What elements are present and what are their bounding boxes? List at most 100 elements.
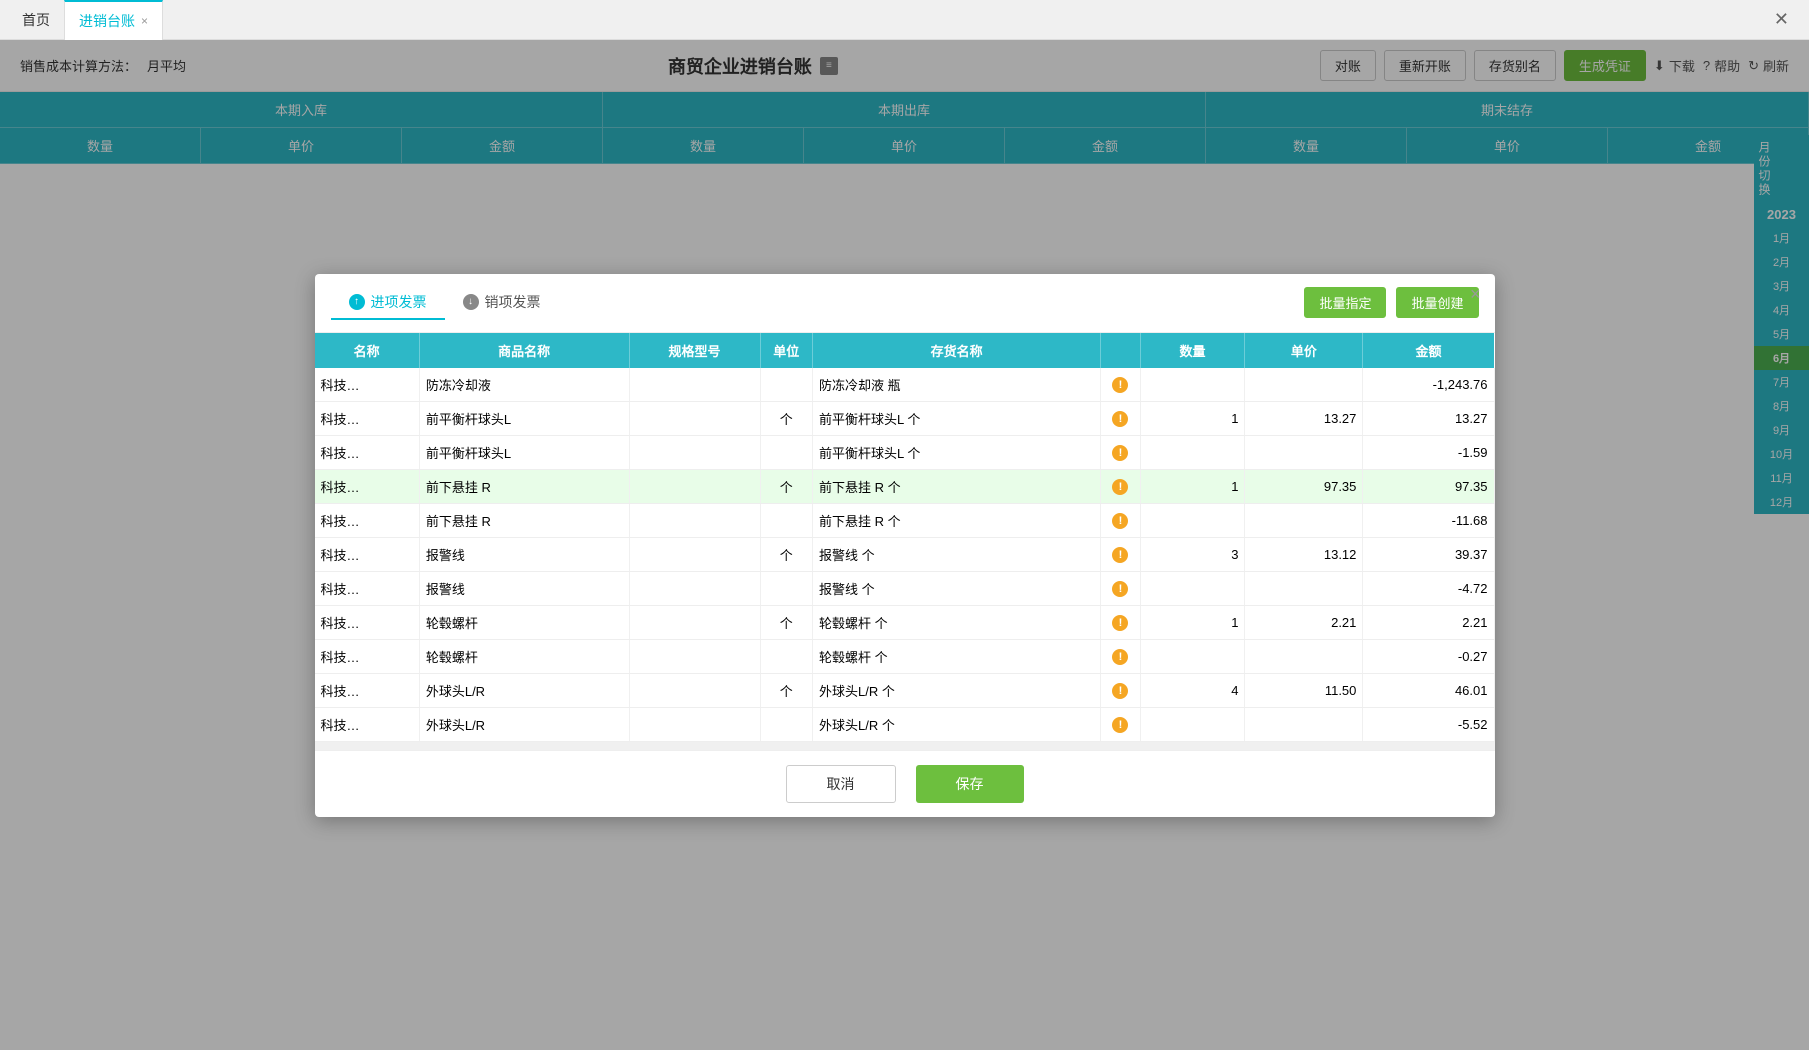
table-row[interactable]: 科技… 轮毂螺杆 轮毂螺杆 个 ! -0.27 <box>315 639 1495 673</box>
cell-warn: ! <box>1101 571 1140 605</box>
table-row[interactable]: 科技… 报警线 报警线 个 ! -4.72 <box>315 571 1495 605</box>
cell-unit: 个 <box>760 469 812 503</box>
cell-unit-price: 13.27 <box>1245 401 1363 435</box>
cell-unit-price: 13.12 <box>1245 537 1363 571</box>
table-header-row: 名称 商品名称 规格型号 单位 存货名称 数量 单价 金额 <box>315 333 1495 368</box>
cell-amount: 46.01 <box>1363 673 1494 707</box>
table-row[interactable]: 科技… 前下悬挂 R 个 前下悬挂 R 个 ! 1 97.35 97.35 <box>315 469 1495 503</box>
cell-warn: ! <box>1101 368 1140 402</box>
cell-unit-price: 11.50 <box>1245 673 1363 707</box>
cell-warn: ! <box>1101 469 1140 503</box>
cell-unit-price <box>1245 639 1363 673</box>
warning-icon: ! <box>1112 547 1128 563</box>
warning-icon: ! <box>1112 581 1128 597</box>
cell-name: 科技… <box>315 368 420 402</box>
warning-icon: ! <box>1112 683 1128 699</box>
table-row[interactable]: 科技… 报警线 个 报警线 个 ! 3 13.12 39.37 <box>315 537 1495 571</box>
table-row[interactable]: 科技… 外球头L/R 个 外球头L/R 个 ! 4 11.50 46.01 <box>315 673 1495 707</box>
table-row[interactable]: 科技… 外球头L/R 外球头L/R 个 ! -5.52 <box>315 707 1495 741</box>
invoice-tbody: 科技… 防冻冷却液 防冻冷却液 瓶 ! -1,243.76 科技… 前平衡杆球头… <box>315 368 1495 742</box>
warning-icon: ! <box>1112 649 1128 665</box>
warning-icon: ! <box>1112 513 1128 529</box>
table-row[interactable]: 科技… 防冻冷却液 防冻冷却液 瓶 ! -1,243.76 <box>315 368 1495 402</box>
cell-name: 科技… <box>315 707 420 741</box>
cell-quantity: 1 <box>1140 605 1245 639</box>
cell-stock-name: 外球头L/R 个 <box>813 673 1101 707</box>
cell-amount: -1.59 <box>1363 435 1494 469</box>
col-quantity: 数量 <box>1140 333 1245 368</box>
cell-name: 科技… <box>315 503 420 537</box>
save-button[interactable]: 保存 <box>916 765 1024 803</box>
cell-stock-name: 前下悬挂 R 个 <box>813 503 1101 537</box>
cell-product-name: 报警线 <box>419 571 629 605</box>
cell-product-name: 前平衡杆球头L <box>419 401 629 435</box>
modal-footer: 取消 保存 <box>315 750 1495 817</box>
cell-amount: -4.72 <box>1363 571 1494 605</box>
cell-unit: 个 <box>760 605 812 639</box>
cell-stock-name: 前平衡杆球头L 个 <box>813 435 1101 469</box>
col-spec: 规格型号 <box>629 333 760 368</box>
cell-unit <box>760 639 812 673</box>
close-tab-icon[interactable]: × <box>141 1 148 41</box>
cell-warn: ! <box>1101 537 1140 571</box>
cell-stock-name: 轮毂螺杆 个 <box>813 605 1101 639</box>
cell-unit-price <box>1245 707 1363 741</box>
window-close-button[interactable]: ✕ <box>1762 9 1801 30</box>
cell-stock-name: 外球头L/R 个 <box>813 707 1101 741</box>
modal-header: ↑ 进项发票 ↓ 销项发票 批量指定 批量创建 × <box>315 274 1495 333</box>
cell-spec <box>629 503 760 537</box>
cell-unit-price <box>1245 503 1363 537</box>
outbound-tab-label: 销项发票 <box>485 292 541 312</box>
cell-unit-price: 2.21 <box>1245 605 1363 639</box>
tab-active[interactable]: 进销台账 × <box>64 0 163 40</box>
cell-spec <box>629 639 760 673</box>
cell-quantity <box>1140 435 1245 469</box>
cancel-button[interactable]: 取消 <box>786 765 896 803</box>
batch-create-button[interactable]: 批量创建 <box>1396 287 1478 318</box>
cell-name: 科技… <box>315 639 420 673</box>
cell-name: 科技… <box>315 571 420 605</box>
cell-warn: ! <box>1101 639 1140 673</box>
table-scrollbar[interactable] <box>315 742 1495 750</box>
table-row[interactable]: 科技… 前下悬挂 R 前下悬挂 R 个 ! -11.68 <box>315 503 1495 537</box>
tab-inbound-invoice[interactable]: ↑ 进项发票 <box>331 286 445 320</box>
tab-home[interactable]: 首页 <box>8 0 64 40</box>
cell-spec <box>629 401 760 435</box>
col-unit-price: 单价 <box>1245 333 1363 368</box>
table-row[interactable]: 科技… 轮毂螺杆 个 轮毂螺杆 个 ! 1 2.21 2.21 <box>315 605 1495 639</box>
warning-icon: ! <box>1112 445 1128 461</box>
cell-amount: -5.52 <box>1363 707 1494 741</box>
cell-spec <box>629 673 760 707</box>
cell-quantity: 3 <box>1140 537 1245 571</box>
cell-amount: -1,243.76 <box>1363 368 1494 402</box>
top-bar: 首页 进销台账 × ✕ <box>0 0 1809 40</box>
cell-warn: ! <box>1101 707 1140 741</box>
cell-unit <box>760 368 812 402</box>
cell-name: 科技… <box>315 537 420 571</box>
table-row[interactable]: 科技… 前平衡杆球头L 前平衡杆球头L 个 ! -1.59 <box>315 435 1495 469</box>
cell-unit-price <box>1245 368 1363 402</box>
cell-quantity <box>1140 639 1245 673</box>
cell-quantity: 1 <box>1140 469 1245 503</box>
tab-outbound-invoice[interactable]: ↓ 销项发票 <box>445 286 559 320</box>
cell-name: 科技… <box>315 605 420 639</box>
warning-icon: ! <box>1112 377 1128 393</box>
cell-name: 科技… <box>315 673 420 707</box>
modal-close-button[interactable]: × <box>1470 284 1481 305</box>
cell-warn: ! <box>1101 605 1140 639</box>
cell-unit-price <box>1245 435 1363 469</box>
cell-stock-name: 报警线 个 <box>813 571 1101 605</box>
modal-table: 名称 商品名称 规格型号 单位 存货名称 数量 单价 金额 科技… <box>315 333 1495 750</box>
cell-unit <box>760 435 812 469</box>
main-page: 销售成本计算方法： 月平均 商贸企业进销台账 ≡ 对账 重新开账 存货别名 生成… <box>0 40 1809 1050</box>
table-row[interactable]: 科技… 前平衡杆球头L 个 前平衡杆球头L 个 ! 1 13.27 13.27 <box>315 401 1495 435</box>
batch-assign-button[interactable]: 批量指定 <box>1304 287 1386 318</box>
col-amount: 金额 <box>1363 333 1494 368</box>
cell-name: 科技… <box>315 401 420 435</box>
cell-product-name: 轮毂螺杆 <box>419 639 629 673</box>
modal-dialog: ↑ 进项发票 ↓ 销项发票 批量指定 批量创建 × 名称 <box>315 274 1495 817</box>
cell-quantity: 1 <box>1140 401 1245 435</box>
cell-product-name: 轮毂螺杆 <box>419 605 629 639</box>
outbound-tab-icon: ↓ <box>463 294 479 310</box>
cell-amount: -11.68 <box>1363 503 1494 537</box>
